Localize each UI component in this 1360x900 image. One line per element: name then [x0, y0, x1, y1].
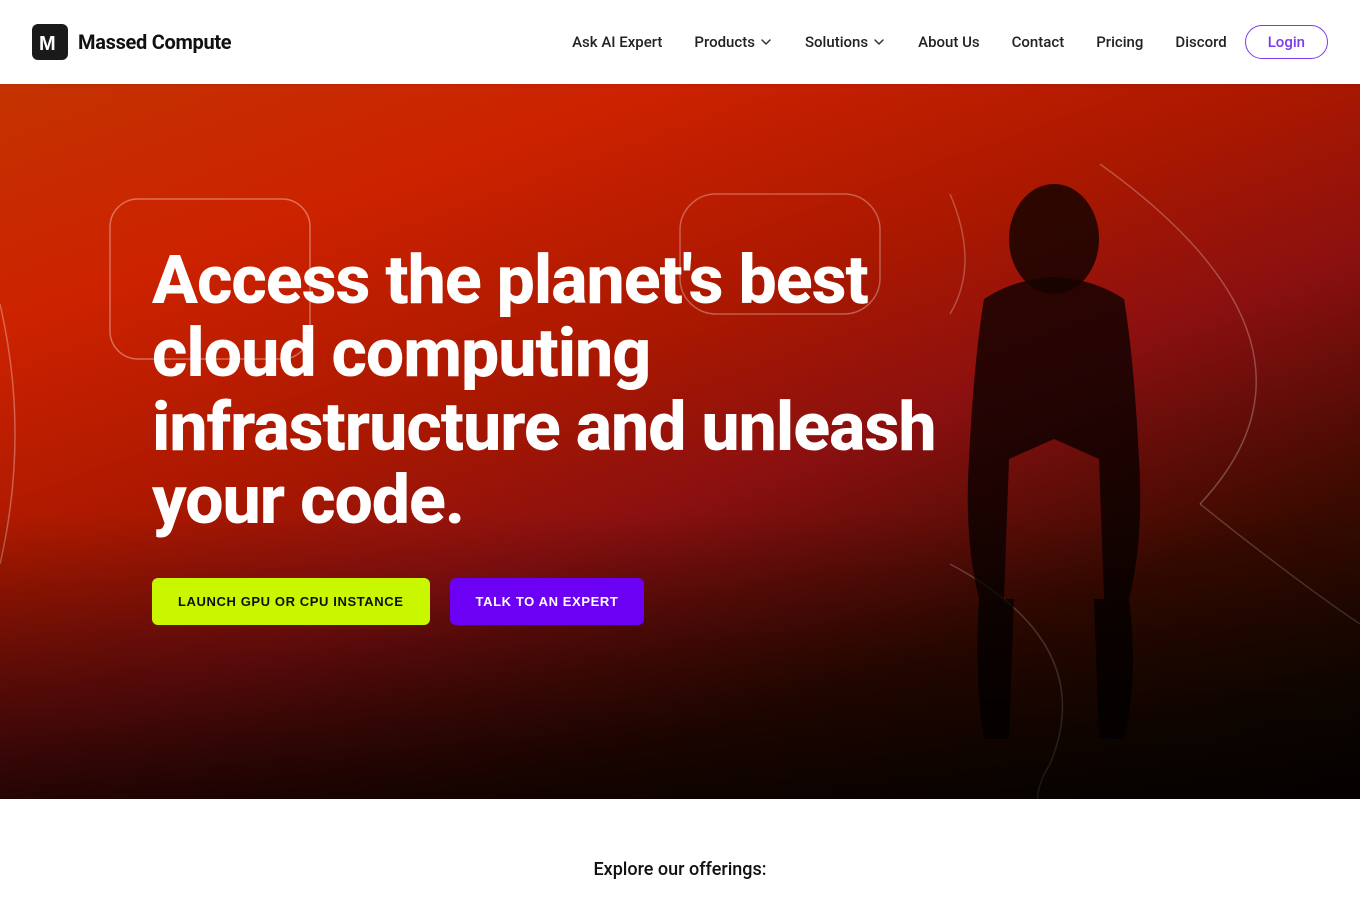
hero-ctas: LAUNCH GPU OR CPU INSTANCE TALK TO AN EX…	[152, 578, 1360, 625]
nav-item-products[interactable]: Products	[680, 25, 787, 59]
chevron-down-icon	[759, 35, 773, 49]
nav-item-discord[interactable]: Discord	[1161, 25, 1240, 59]
brand-logo[interactable]: M Massed Compute	[32, 24, 231, 60]
brand-name: Massed Compute	[78, 30, 231, 54]
logo-icon: M	[32, 24, 68, 60]
below-hero-section: Explore our offerings:	[0, 799, 1360, 900]
chevron-down-icon	[872, 35, 886, 49]
nav-item-about-us[interactable]: About Us	[904, 25, 994, 59]
nav-links: Ask AI Expert Products Solutions About U…	[558, 25, 1328, 59]
nav-item-ask-ai-expert[interactable]: Ask AI Expert	[558, 25, 676, 59]
launch-instance-button[interactable]: LAUNCH GPU OR CPU INSTANCE	[152, 578, 430, 625]
login-button[interactable]: Login	[1245, 25, 1328, 59]
nav-item-solutions[interactable]: Solutions	[791, 25, 900, 59]
svg-text:M: M	[39, 33, 56, 55]
nav-item-pricing[interactable]: Pricing	[1082, 25, 1157, 59]
hero-headline: Access the planet's best cloud computing…	[152, 244, 972, 538]
explore-offerings-text: Explore our offerings:	[0, 859, 1360, 880]
talk-to-expert-button[interactable]: TALK TO AN EXPERT	[450, 578, 645, 625]
nav-item-contact[interactable]: Contact	[998, 25, 1079, 59]
main-nav: M Massed Compute Ask AI Expert Products …	[0, 0, 1360, 84]
hero-section: Access the planet's best cloud computing…	[0, 84, 1360, 799]
hero-content: Access the planet's best cloud computing…	[0, 84, 1360, 625]
